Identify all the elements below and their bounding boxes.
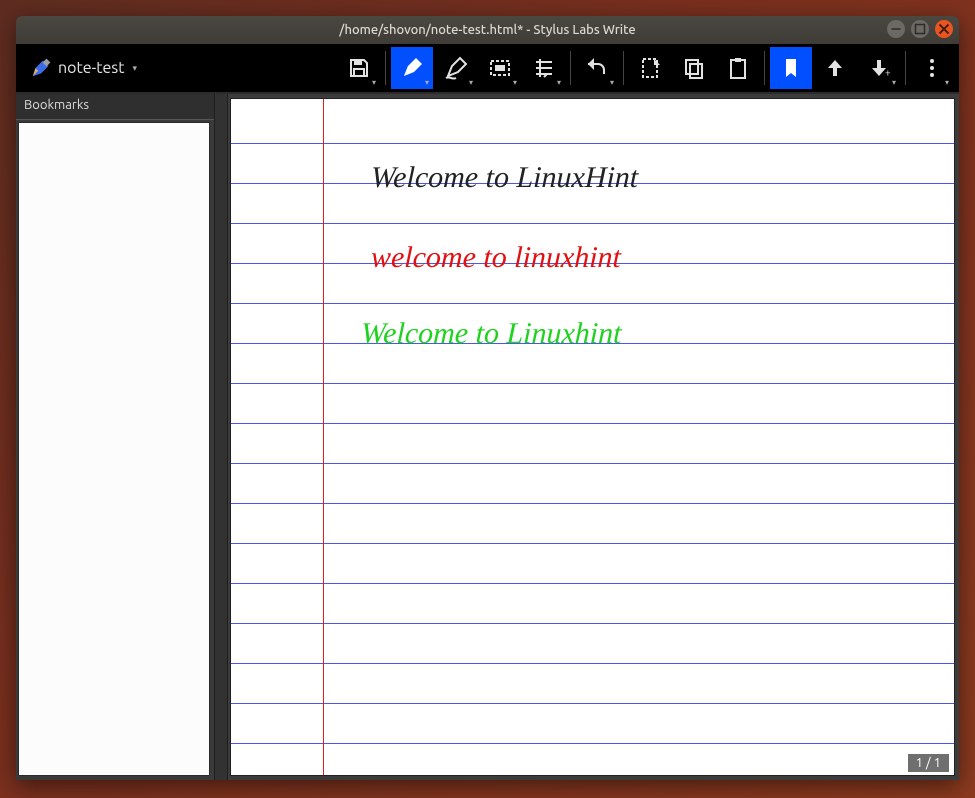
page-setup-icon [532,56,556,80]
copy-button[interactable] [673,47,715,89]
handwriting-line-1: Welcome to LinuxHint [370,161,638,195]
arrow-down-icon: + [867,56,891,80]
undo-icon [585,56,609,80]
document-name: note-test [58,59,125,77]
maximize-button[interactable] [911,20,929,38]
selection-tool-button[interactable] [435,47,477,89]
save-button[interactable] [338,47,380,89]
main-body: Bookmarks Welcome to LinuxHint welcome t… [16,94,959,780]
insert-space-button[interactable] [479,47,521,89]
toolbar: note-test ▾ [16,44,959,94]
close-button[interactable] [935,20,953,38]
bookmarks-list[interactable] [18,122,210,776]
chevron-down-icon: ▾ [133,63,138,74]
bookmark-button[interactable] [770,47,812,89]
minimize-button[interactable] [887,20,905,38]
cut-icon [638,56,662,80]
undo-button[interactable] [576,47,618,89]
document-menu-button[interactable]: note-test ▾ [22,53,145,83]
insert-space-icon [488,56,512,80]
paste-button[interactable] [717,47,759,89]
pencil-icon [30,57,52,79]
save-icon [347,56,371,80]
sidebar-header: Bookmarks [16,94,214,120]
app-window: /home/shovon/note-test.html* - Stylus La… [16,16,959,780]
svg-text:+: + [885,67,891,78]
canvas-area: Welcome to LinuxHint welcome to linuxhin… [228,94,959,780]
page-indicator: 1 / 1 [908,754,949,772]
handwriting-line-3: Welcome to Linuxhint [360,317,622,351]
page-setup-button[interactable] [523,47,565,89]
bookmark-icon [779,56,803,80]
pen-icon [400,56,424,80]
paste-icon [726,56,750,80]
overflow-icon [920,56,944,80]
maximize-icon [911,17,929,41]
prev-page-button[interactable] [814,47,856,89]
next-page-button[interactable]: + [858,47,900,89]
splitter[interactable] [214,94,228,780]
handwriting-line-2: welcome to linuxhint [370,241,621,275]
copy-icon [682,56,706,80]
close-icon [935,17,953,41]
window-controls [887,20,953,38]
minimize-icon [887,17,905,41]
overflow-menu-button[interactable] [911,47,953,89]
window-title: /home/shovon/note-test.html* - Stylus La… [339,23,635,37]
page-canvas[interactable]: Welcome to LinuxHint welcome to linuxhin… [230,98,955,776]
titlebar: /home/shovon/note-test.html* - Stylus La… [16,16,959,44]
cut-button[interactable] [629,47,671,89]
arrow-up-icon [823,56,847,80]
pen-tool-button[interactable] [391,47,433,89]
selection-icon [444,56,468,80]
bookmarks-sidebar: Bookmarks [16,94,214,780]
